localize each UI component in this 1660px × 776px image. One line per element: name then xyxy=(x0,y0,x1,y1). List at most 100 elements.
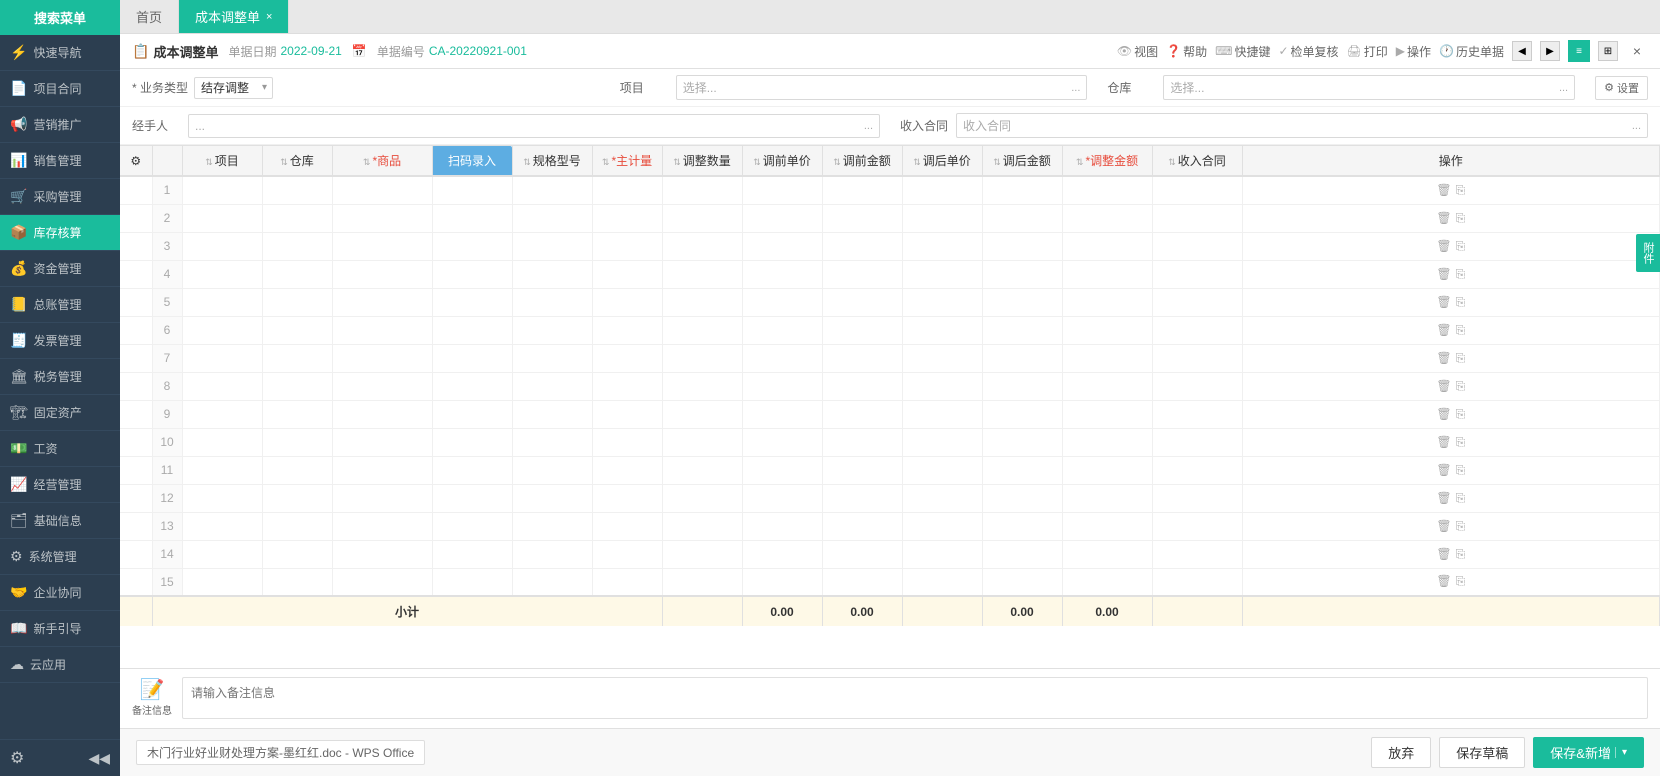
row-delete-icon[interactable]: 🗑 xyxy=(1436,547,1451,562)
row-spec[interactable] xyxy=(512,484,592,512)
action-view[interactable]: 👁 视图 xyxy=(1117,43,1158,60)
row-pre-price[interactable] xyxy=(742,344,822,372)
row-spec[interactable] xyxy=(512,428,592,456)
pre-price-col-header[interactable]: ⇅调前单价 xyxy=(742,146,822,176)
sidebar-logo[interactable]: 搜索菜单 xyxy=(0,0,120,35)
row-warehouse[interactable] xyxy=(262,288,332,316)
row-post-amount[interactable] xyxy=(982,316,1062,344)
row-adjust-amount[interactable] xyxy=(1062,512,1152,540)
row-copy-icon[interactable]: ⎘ xyxy=(1456,574,1466,589)
row-warehouse[interactable] xyxy=(262,204,332,232)
row-qty[interactable] xyxy=(662,176,742,204)
row-pre-amount[interactable] xyxy=(822,512,902,540)
row-scan[interactable] xyxy=(432,232,512,260)
row-post-amount[interactable] xyxy=(982,344,1062,372)
row-pre-price[interactable] xyxy=(742,316,822,344)
row-project[interactable] xyxy=(182,344,262,372)
row-unit[interactable] xyxy=(592,512,662,540)
row-qty[interactable] xyxy=(662,204,742,232)
row-delete-icon[interactable]: 🗑 xyxy=(1436,239,1451,254)
row-goods[interactable] xyxy=(332,456,432,484)
row-copy-icon[interactable]: ⎘ xyxy=(1456,463,1466,478)
row-spec[interactable] xyxy=(512,540,592,568)
row-qty[interactable] xyxy=(662,456,742,484)
sidebar-item-salary[interactable]: 💵 工资 xyxy=(0,431,120,467)
row-post-price[interactable] xyxy=(902,372,982,400)
view-toggle-btn[interactable]: ≡ xyxy=(1568,40,1590,62)
row-scan[interactable] xyxy=(432,400,512,428)
row-delete-icon[interactable]: 🗑 xyxy=(1436,519,1451,534)
row-pre-price[interactable] xyxy=(742,204,822,232)
row-warehouse[interactable] xyxy=(262,428,332,456)
row-income-contract[interactable] xyxy=(1152,288,1242,316)
save-button[interactable]: 保存&新增 ▾ xyxy=(1533,737,1644,768)
action-shortcut[interactable]: ⌨ 快捷键 xyxy=(1215,43,1270,60)
row-income-contract[interactable] xyxy=(1152,260,1242,288)
row-income-contract[interactable] xyxy=(1152,568,1242,596)
sidebar-item-system-mgmt[interactable]: ⚙ 系统管理 xyxy=(0,539,120,575)
row-adjust-amount[interactable] xyxy=(1062,372,1152,400)
row-post-amount[interactable] xyxy=(982,260,1062,288)
row-spec[interactable] xyxy=(512,344,592,372)
post-price-col-header[interactable]: ⇅调后单价 xyxy=(902,146,982,176)
row-project[interactable] xyxy=(182,540,262,568)
action-operate[interactable]: ▶ 操作 xyxy=(1396,43,1431,60)
row-qty[interactable] xyxy=(662,260,742,288)
biz-type-select[interactable]: 结存调整 xyxy=(194,77,273,99)
row-scan[interactable] xyxy=(432,512,512,540)
row-adjust-amount[interactable] xyxy=(1062,316,1152,344)
sidebar-item-operations-mgmt[interactable]: 📈 经营管理 xyxy=(0,467,120,503)
view-list-btn[interactable]: ⊞ xyxy=(1598,41,1618,61)
right-tab[interactable]: 附件 xyxy=(1636,234,1660,272)
row-unit[interactable] xyxy=(592,456,662,484)
warehouse-input[interactable]: 选择... xyxy=(1163,75,1575,100)
adjust-amount-col-header[interactable]: ⇅*调整金额 xyxy=(1062,146,1152,176)
row-post-price[interactable] xyxy=(902,400,982,428)
row-copy-icon[interactable]: ⎘ xyxy=(1456,267,1466,282)
row-adjust-amount[interactable] xyxy=(1062,456,1152,484)
row-unit[interactable] xyxy=(592,484,662,512)
row-unit[interactable] xyxy=(592,344,662,372)
row-warehouse[interactable] xyxy=(262,232,332,260)
row-pre-price[interactable] xyxy=(742,484,822,512)
row-pre-price[interactable] xyxy=(742,176,822,204)
row-project[interactable] xyxy=(182,484,262,512)
sidebar-item-base-info[interactable]: 🗂 基础信息 xyxy=(0,503,120,539)
project-input[interactable]: 选择... xyxy=(676,75,1088,100)
row-income-contract[interactable] xyxy=(1152,512,1242,540)
row-adjust-amount[interactable] xyxy=(1062,568,1152,596)
row-pre-price[interactable] xyxy=(742,372,822,400)
row-post-amount[interactable] xyxy=(982,400,1062,428)
row-warehouse[interactable] xyxy=(262,260,332,288)
row-pre-amount[interactable] xyxy=(822,372,902,400)
row-delete-icon[interactable]: 🗑 xyxy=(1436,211,1451,226)
row-qty[interactable] xyxy=(662,232,742,260)
row-copy-icon[interactable]: ⎘ xyxy=(1456,379,1466,394)
row-pre-amount[interactable] xyxy=(822,288,902,316)
row-income-contract[interactable] xyxy=(1152,400,1242,428)
doc-close-btn[interactable]: × xyxy=(1626,40,1648,62)
row-unit[interactable] xyxy=(592,288,662,316)
qty-col-header[interactable]: ⇅调整数量 xyxy=(662,146,742,176)
row-goods[interactable] xyxy=(332,484,432,512)
row-scan[interactable] xyxy=(432,568,512,596)
row-delete-icon[interactable]: 🗑 xyxy=(1436,435,1451,450)
row-project[interactable] xyxy=(182,568,262,596)
settings-icon[interactable]: ⚙ xyxy=(10,748,24,768)
row-income-contract[interactable] xyxy=(1152,344,1242,372)
row-delete-icon[interactable]: 🗑 xyxy=(1436,183,1451,198)
row-income-contract[interactable] xyxy=(1152,316,1242,344)
row-spec[interactable] xyxy=(512,456,592,484)
gear-col-header[interactable]: ⚙ xyxy=(120,146,152,176)
row-pre-amount[interactable] xyxy=(822,232,902,260)
row-post-price[interactable] xyxy=(902,260,982,288)
note-icon-wrap[interactable]: 📝 备注信息 xyxy=(132,677,172,717)
row-post-price[interactable] xyxy=(902,316,982,344)
row-goods[interactable] xyxy=(332,176,432,204)
row-warehouse[interactable] xyxy=(262,456,332,484)
sidebar-item-quick-nav[interactable]: ⚡ 快速导航 xyxy=(0,35,120,71)
spec-col-header[interactable]: ⇅规格型号 xyxy=(512,146,592,176)
handler-input[interactable]: ... xyxy=(188,114,880,138)
sidebar-item-fixed-assets[interactable]: 🏗 固定资产 xyxy=(0,395,120,431)
row-warehouse[interactable] xyxy=(262,316,332,344)
